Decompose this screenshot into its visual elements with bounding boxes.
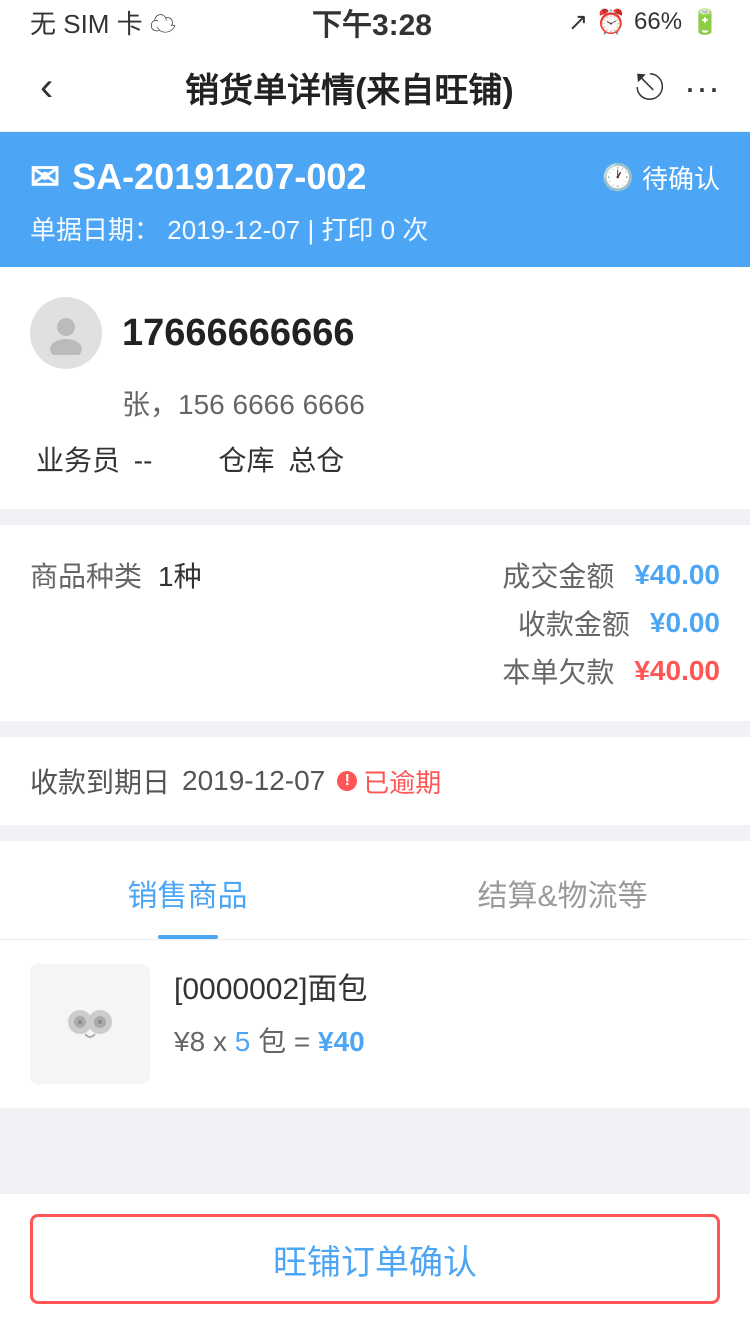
location-icon: ↗ <box>568 8 588 37</box>
deal-amount-label: 成交金额 <box>502 555 614 595</box>
avatar <box>30 297 102 369</box>
received-amount-row: 收款金额 ¥0.00 <box>518 603 720 643</box>
deal-amount-value: ¥40.00 <box>634 559 720 591</box>
received-amount-value: ¥0.00 <box>650 607 720 639</box>
page-title: 销货单详情(来自旺铺) <box>185 63 514 112</box>
tabs-section: 销售商品 结算&物流等 <box>0 841 750 940</box>
alarm-icon: ⏰ <box>596 8 626 37</box>
more-button[interactable]: ··· <box>684 67 720 109</box>
battery-level: 66% <box>634 8 682 36</box>
status-bar: 无 SIM 卡 ☁ 下午3:28 ↗ ⏰ 66% 🔋 <box>0 0 750 44</box>
product-name: [0000002]面包 <box>174 964 720 1008</box>
status-right: ↗ ⏰ 66% 🔋 <box>568 8 720 37</box>
product-price: ¥8 x 5 包 = ¥40 <box>174 1020 720 1060</box>
customer-name: 张，156 6666 6666 <box>122 383 720 423</box>
clock-icon: 🕐 <box>602 162 634 193</box>
overdue-badge: ! 已逾期 <box>337 763 441 800</box>
summary-section: 商品种类 1种 成交金额 ¥40.00 收款金额 ¥0.00 本单欠款 ¥40.… <box>0 525 750 721</box>
confirm-order-button[interactable]: 旺铺订单确认 <box>30 1214 720 1304</box>
debt-amount-label: 本单欠款 <box>502 651 614 691</box>
overdue-icon: ! <box>337 771 357 791</box>
product-type: 商品种类 1种 <box>30 555 202 595</box>
sim-status: 无 SIM 卡 ☁ <box>30 4 176 41</box>
overdue-text: 已逾期 <box>363 763 441 800</box>
deal-amount-row: 成交金额 ¥40.00 <box>502 555 720 595</box>
debt-amount-value: ¥40.00 <box>634 655 720 687</box>
customer-section: 17666666666 张，156 6666 6666 业务员 -- 仓库 总仓 <box>0 267 750 509</box>
due-date-section: 收款到期日 2019-12-07 ! 已逾期 <box>0 737 750 825</box>
amount-summary: 成交金额 ¥40.00 收款金额 ¥0.00 本单欠款 ¥40.00 <box>502 555 720 691</box>
customer-phone: 17666666666 <box>122 312 354 355</box>
debt-amount-row: 本单欠款 ¥40.00 <box>502 651 720 691</box>
customer-meta: 业务员 -- 仓库 总仓 <box>30 439 720 479</box>
nav-actions: ⎋ ··· <box>636 66 720 109</box>
order-id: ✉ SA-20191207-002 <box>30 156 366 198</box>
order-banner: ✉ SA-20191207-002 🕐 待确认 单据日期： 2019-12-07… <box>0 132 750 267</box>
product-section: [0000002]面包 ¥8 x 5 包 = ¥40 <box>0 940 750 1108</box>
product-thumbnail <box>30 964 150 1084</box>
bottom-bar: 旺铺订单确认 <box>0 1193 750 1334</box>
order-date: 单据日期： 2019-12-07 | 打印 0 次 <box>30 210 720 247</box>
status-time: 下午3:28 <box>312 0 432 44</box>
tabs-row: 销售商品 结算&物流等 <box>0 841 750 940</box>
order-status: 🕐 待确认 <box>602 159 720 196</box>
nav-bar: ‹ 销货单详情(来自旺铺) ⎋ ··· <box>0 44 750 132</box>
received-amount-label: 收款金额 <box>518 603 630 643</box>
tab-sales-product[interactable]: 销售商品 <box>0 841 375 939</box>
status-left: 无 SIM 卡 ☁ <box>30 4 176 41</box>
warehouse: 仓库 总仓 <box>212 439 344 479</box>
battery-icon: 🔋 <box>690 8 720 37</box>
back-button[interactable]: ‹ <box>30 55 63 120</box>
sales-person: 业务员 -- <box>30 439 152 479</box>
due-date-label: 收款到期日 <box>30 761 170 801</box>
due-date-value: 2019-12-07 <box>182 765 325 797</box>
product-info: [0000002]面包 ¥8 x 5 包 = ¥40 <box>174 964 720 1060</box>
order-icon: ✉ <box>30 156 60 198</box>
share-button[interactable]: ⎋ <box>636 66 664 109</box>
tab-settlement[interactable]: 结算&物流等 <box>375 841 750 939</box>
